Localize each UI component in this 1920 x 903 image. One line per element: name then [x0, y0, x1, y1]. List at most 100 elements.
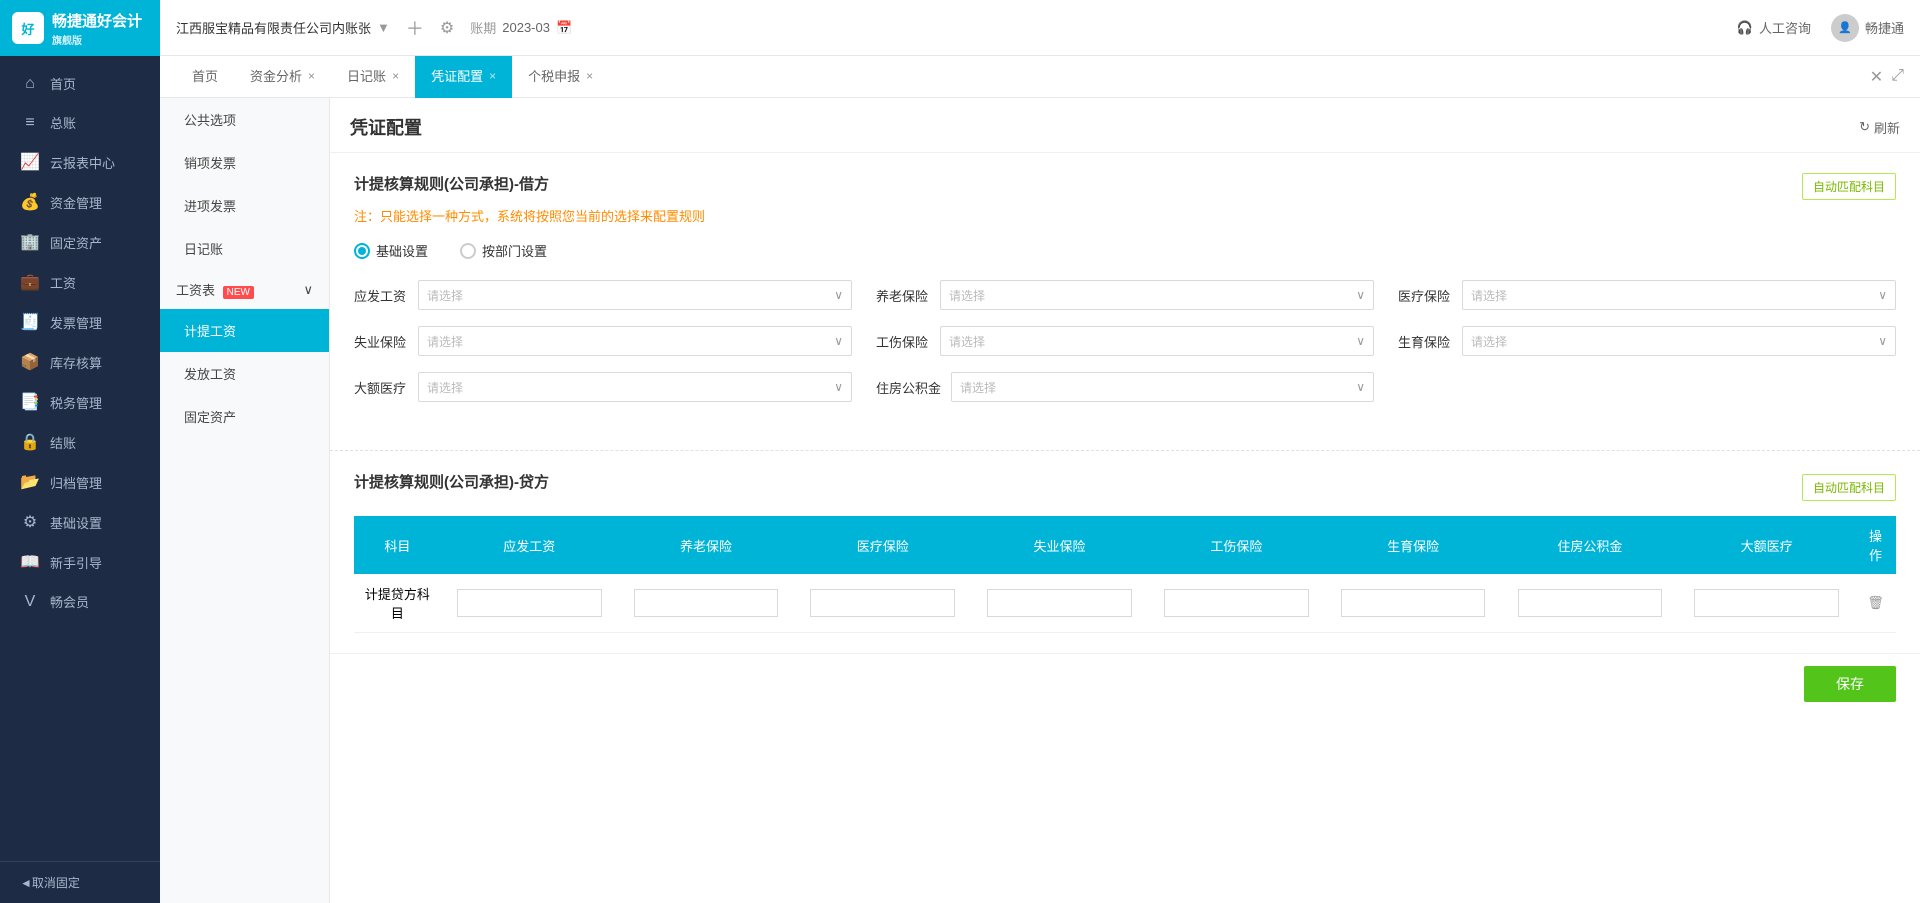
sidebar-item-guide[interactable]: 📖 新手引导: [0, 542, 160, 582]
company-name: 江西服宝精品有限责任公司内账张: [176, 18, 371, 37]
cancel-fix-button[interactable]: ◄取消固定: [0, 861, 160, 903]
left-menu-journal[interactable]: 日记账: [160, 227, 329, 270]
company-selector[interactable]: 江西服宝精品有限责任公司内账张 ▼: [176, 18, 390, 37]
select-yiliao-placeholder: 请选择: [1471, 287, 1507, 304]
cell-action[interactable]: 🗑: [1855, 574, 1896, 633]
left-menu-payroll-accrual[interactable]: 计提工资: [160, 309, 329, 352]
select-yanglao[interactable]: 请选择 ∨: [940, 280, 1374, 310]
add-account-button[interactable]: ＋: [402, 15, 428, 41]
headset-icon: 🎧: [1737, 20, 1753, 36]
debit-auto-match-button[interactable]: 自动匹配科目: [1802, 173, 1896, 200]
left-menu-journal-label: 日记账: [184, 242, 223, 257]
sidebar-item-close[interactable]: 🔒 结账: [0, 422, 160, 462]
user-menu[interactable]: 👤 畅捷通: [1831, 14, 1904, 42]
calendar-icon[interactable]: 📅: [556, 20, 572, 36]
tab-journal-close-icon[interactable]: ×: [392, 69, 399, 83]
input-yiliao[interactable]: [810, 589, 955, 617]
cell-dae[interactable]: [1678, 574, 1855, 633]
guide-icon: 📖: [20, 552, 40, 572]
expand-icon: ∨: [303, 282, 313, 298]
sidebar-item-salary[interactable]: 💼 工资: [0, 262, 160, 302]
sidebar-item-reports[interactable]: 📈 云报表中心: [0, 142, 160, 182]
select-yingfa[interactable]: 请选择 ∨: [418, 280, 852, 310]
cell-gongshang[interactable]: [1148, 574, 1325, 633]
form-item-shiye: 失业保险 请选择 ∨: [354, 326, 852, 356]
tab-tax-close-icon[interactable]: ×: [586, 69, 593, 83]
left-menu-purchase-invoice[interactable]: 进项发票: [160, 184, 329, 227]
input-zhufang[interactable]: [1518, 589, 1663, 617]
tab-finance[interactable]: 资金分析 ×: [234, 56, 331, 98]
label-dae: 大额医疗: [354, 378, 408, 397]
sidebar-item-inventory[interactable]: 📦 库存核算: [0, 342, 160, 382]
save-bar: 保存: [330, 653, 1920, 714]
cell-yanglao[interactable]: [618, 574, 795, 633]
select-shiye-placeholder: 请选择: [427, 333, 463, 350]
sidebar-item-tax[interactable]: 📑 税务管理: [0, 382, 160, 422]
input-yingfa[interactable]: [457, 589, 602, 617]
select-dae[interactable]: 请选择 ∨: [418, 372, 852, 402]
sidebar-item-label: 首页: [50, 74, 76, 93]
left-menu-pay-label: 发放工资: [184, 367, 236, 382]
tab-close-all-icon[interactable]: ✕: [1870, 67, 1883, 87]
refresh-button[interactable]: ↻ 刷新: [1859, 118, 1900, 137]
left-menu-payroll-pay[interactable]: 发放工资: [160, 352, 329, 395]
tab-voucher-config[interactable]: 凭证配置 ×: [415, 56, 512, 98]
cancel-fix-label: ◄取消固定: [20, 874, 80, 891]
select-arrow-icon: ∨: [834, 288, 843, 302]
left-menu-payroll-table[interactable]: 工资表 NEW ∨: [160, 270, 329, 309]
save-button[interactable]: 保存: [1804, 666, 1896, 702]
select-shengyu[interactable]: 请选择 ∨: [1462, 326, 1896, 356]
tab-tax-report[interactable]: 个税申报 ×: [512, 56, 609, 98]
tab-voucher-close-icon[interactable]: ×: [489, 69, 496, 83]
sidebar-item-ledger[interactable]: ≡ 总账: [0, 103, 160, 142]
select-gongshang-placeholder: 请选择: [949, 333, 985, 350]
radio-basic[interactable]: 基础设置: [354, 241, 428, 260]
cell-yingfa[interactable]: [441, 574, 618, 633]
input-yanglao[interactable]: [634, 589, 779, 617]
cell-shengyu[interactable]: [1325, 574, 1502, 633]
consult-button[interactable]: 🎧 人工咨询: [1737, 18, 1811, 37]
tab-finance-close-icon[interactable]: ×: [308, 69, 315, 83]
left-menu-public[interactable]: 公共选项: [160, 98, 329, 141]
select-arrow-icon: ∨: [834, 380, 843, 394]
input-dae[interactable]: [1694, 589, 1839, 617]
sidebar-item-finance[interactable]: 💰 资金管理: [0, 182, 160, 222]
period-display: 账期 2023-03 📅: [470, 18, 572, 37]
tab-expand-icon[interactable]: ⤢: [1891, 67, 1904, 87]
radio-dept-circle: [460, 243, 476, 259]
sidebar-item-invoice[interactable]: 🧾 发票管理: [0, 302, 160, 342]
radio-dept-label: 按部门设置: [482, 241, 547, 260]
cell-yiliao[interactable]: [794, 574, 971, 633]
left-menu-sales-invoice[interactable]: 销项发票: [160, 141, 329, 184]
tab-journal[interactable]: 日记账 ×: [331, 56, 415, 98]
sidebar-item-home[interactable]: ⌂ 首页: [0, 64, 160, 103]
cell-shiye[interactable]: [971, 574, 1148, 633]
select-yiliao[interactable]: 请选择 ∨: [1462, 280, 1896, 310]
content-area: 公共选项 销项发票 进项发票 日记账 工资表 NEW ∨ 计提工资: [160, 98, 1920, 903]
sidebar-item-label: 云报表中心: [50, 153, 115, 172]
input-shengyu[interactable]: [1341, 589, 1486, 617]
select-arrow-icon: ∨: [1878, 288, 1887, 302]
tab-finance-label: 资金分析: [250, 66, 302, 85]
input-gongshang[interactable]: [1164, 589, 1309, 617]
form-item-yanglao: 养老保险 请选择 ∨: [876, 280, 1374, 310]
cell-zhufang[interactable]: [1501, 574, 1678, 633]
label-yiliao: 医疗保险: [1398, 286, 1452, 305]
select-zhufang[interactable]: 请选择 ∨: [951, 372, 1374, 402]
select-gongshang[interactable]: 请选择 ∨: [940, 326, 1374, 356]
radio-dept[interactable]: 按部门设置: [460, 241, 547, 260]
input-shiye[interactable]: [987, 589, 1132, 617]
sidebar-item-archive[interactable]: 📂 归档管理: [0, 462, 160, 502]
sidebar-item-assets[interactable]: 🏢 固定资产: [0, 222, 160, 262]
page-header: 凭证配置 ↻ 刷新: [330, 98, 1920, 153]
settings-button[interactable]: ⚙: [440, 18, 454, 38]
col-header-yanglao: 养老保险: [618, 516, 795, 574]
debit-notice: 注：只能选择一种方式，系统将按照您当前的选择来配置规则: [354, 206, 705, 225]
left-menu-fixed-assets[interactable]: 固定资产: [160, 395, 329, 438]
sidebar-item-member[interactable]: V 畅会员: [0, 582, 160, 621]
tab-home[interactable]: 首页: [176, 56, 234, 98]
select-shiye[interactable]: 请选择 ∨: [418, 326, 852, 356]
delete-icon[interactable]: 🗑: [1867, 595, 1884, 610]
credit-auto-match-button[interactable]: 自动匹配科目: [1802, 474, 1896, 501]
sidebar-item-settings[interactable]: ⚙ 基础设置: [0, 502, 160, 542]
